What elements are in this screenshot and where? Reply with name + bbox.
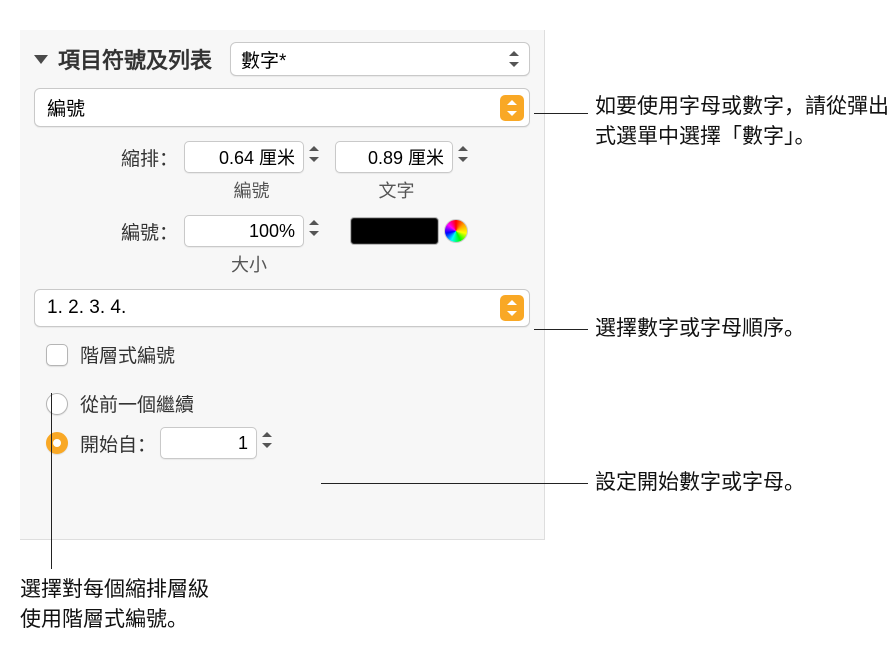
continue-radio-row: 從前一個繼續 [46, 390, 530, 417]
dropdown-cap-button[interactable] [500, 295, 524, 321]
start-from-radio[interactable] [46, 432, 68, 454]
leader-line [51, 393, 52, 569]
tiered-checkbox-row: 階層式編號 [46, 341, 530, 368]
callout-tiered-help: 選擇對每個縮排層級 使用階層式編號。 [20, 575, 209, 636]
tiered-checkbox-label: 階層式編號 [80, 341, 175, 368]
bullets-lists-panel: 項目符號及列表 數字* 編號 縮排： [20, 30, 545, 540]
leader-line [534, 329, 588, 330]
list-style-dropdown[interactable]: 數字* [230, 42, 530, 76]
leader-line [534, 113, 588, 114]
callout-sequence-help: 選擇數字或字母順序。 [595, 314, 805, 344]
numbering-size-input[interactable] [184, 215, 304, 247]
start-from-label: 開始自： [80, 430, 156, 457]
numbering-size-stepper[interactable] [184, 215, 325, 247]
color-wheel-icon[interactable] [444, 219, 468, 243]
numbering-row: 編號： [34, 215, 530, 247]
form-area: 縮排： 編號 文字 編號： [34, 141, 530, 277]
start-radio-row: 開始自： [46, 427, 530, 459]
section-title: 項目符號及列表 [58, 43, 212, 75]
leader-line [321, 483, 588, 484]
stepper-chevron-icon[interactable] [307, 220, 321, 236]
numbering-type-value: 編號 [47, 94, 85, 121]
tiered-checkbox[interactable] [46, 344, 68, 366]
section-header: 項目符號及列表 數字* [34, 42, 530, 76]
indent-text-sublabel: 文字 [329, 177, 464, 203]
continue-radio[interactable] [46, 393, 68, 415]
sequence-style-dropdown[interactable]: 1. 2. 3. 4. [34, 289, 530, 327]
numbering-size-sublabel: 大小 [184, 251, 314, 277]
continue-radio-label: 從前一個繼續 [80, 390, 194, 417]
stepper-chevron-icon[interactable] [456, 146, 470, 162]
numbering-type-row: 編號 [34, 88, 530, 127]
callout-start-help: 設定開始數字或字母。 [595, 468, 805, 498]
indent-text-stepper[interactable] [335, 141, 474, 173]
indent-row: 縮排： [34, 141, 530, 173]
updown-chevron-icon [507, 51, 521, 67]
updown-chevron-icon [505, 300, 519, 316]
indent-number-sublabel: 編號 [184, 177, 319, 203]
stepper-chevron-icon[interactable] [260, 432, 274, 448]
stepper-chevron-icon[interactable] [307, 146, 321, 162]
indent-sublabels: 編號 文字 [184, 177, 530, 203]
start-from-stepper[interactable] [160, 427, 278, 459]
list-style-value: 數字* [241, 46, 286, 73]
indent-text-input[interactable] [335, 141, 453, 173]
callout-type-help: 如要使用字母或數字，請從彈出式選單中選擇「數字」。 [595, 92, 895, 153]
numbering-type-dropdown[interactable]: 編號 [34, 88, 530, 127]
dropdown-cap-button[interactable] [500, 95, 524, 121]
numbering-label: 編號： [34, 218, 184, 245]
indent-label: 縮排： [34, 144, 184, 171]
updown-chevron-icon [505, 100, 519, 116]
indent-number-stepper[interactable] [184, 141, 325, 173]
sequence-style-value: 1. 2. 3. 4. [47, 297, 126, 319]
indent-number-input[interactable] [184, 141, 304, 173]
start-from-input[interactable] [160, 427, 257, 459]
color-swatch[interactable] [350, 217, 439, 245]
sequence-row: 1. 2. 3. 4. [34, 289, 530, 327]
disclosure-triangle-icon[interactable] [34, 55, 48, 64]
